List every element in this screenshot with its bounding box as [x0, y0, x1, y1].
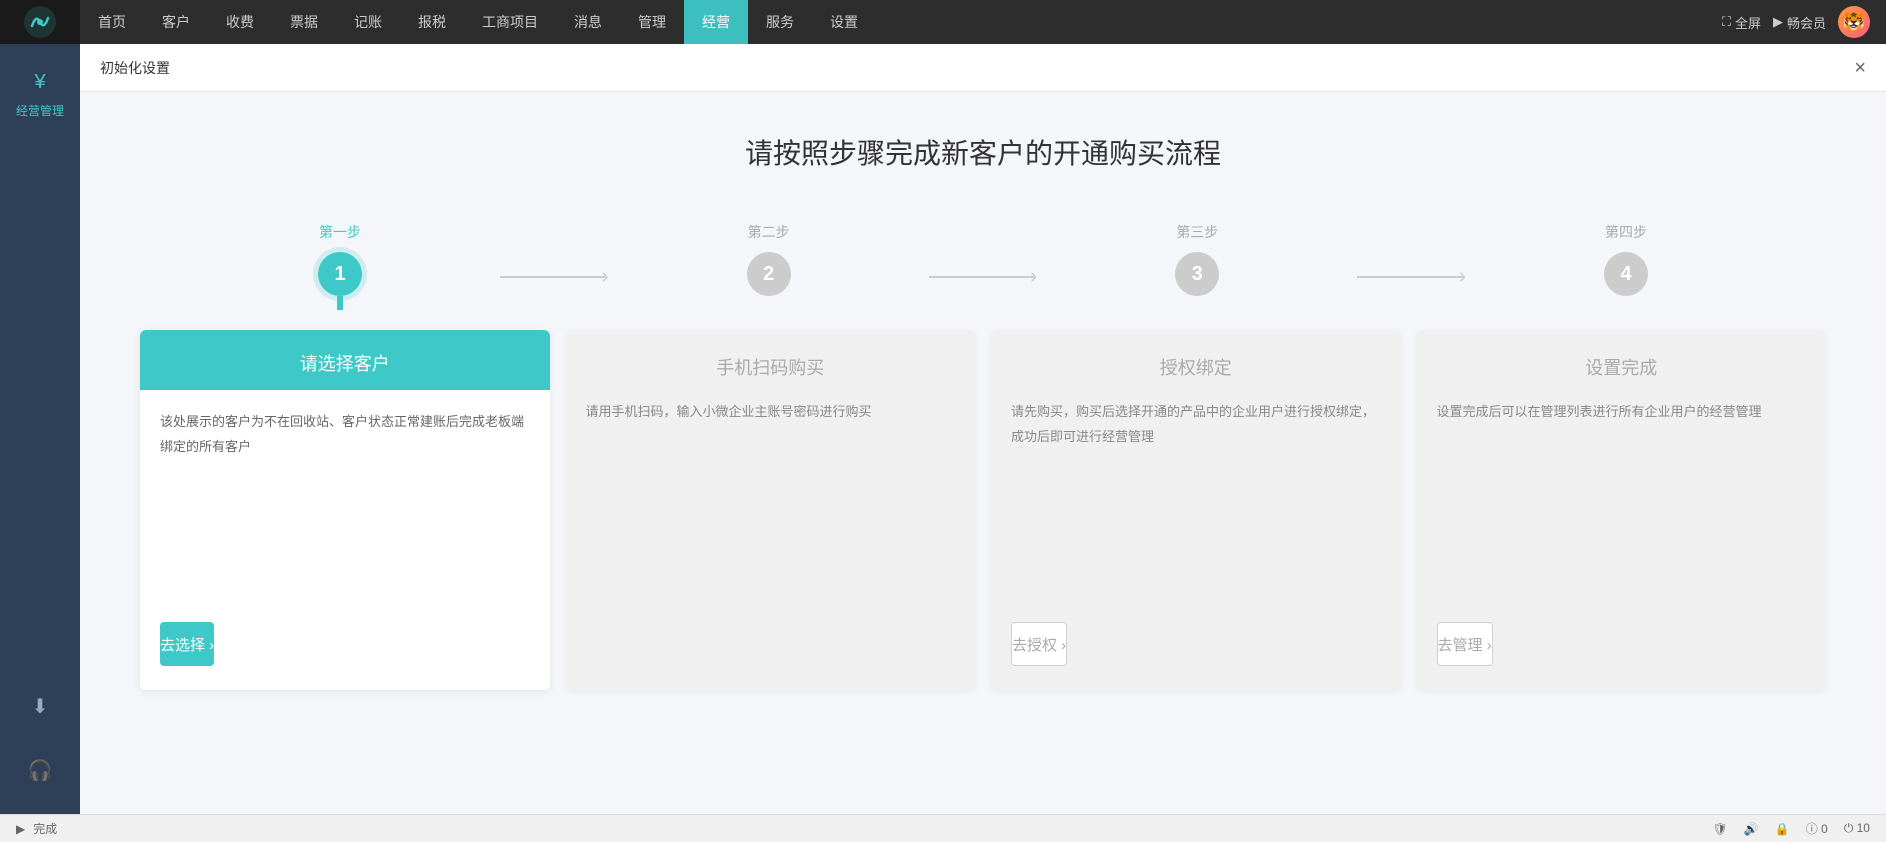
play-icon: ▶: [1773, 14, 1783, 30]
card-4-desc: 设置完成后可以在管理列表进行所有企业用户的经营管理: [1437, 400, 1807, 542]
card-1: 请选择客户 该处展示的客户为不在回收站、客户状态正常建账后完成老板端绑定的所有客…: [140, 330, 550, 690]
card-4: 设置完成 设置完成后可以在管理列表进行所有企业用户的经营管理 去管理 ›: [1417, 330, 1827, 690]
go-manage-button[interactable]: 去管理 ›: [1437, 622, 1493, 666]
page-title: 初始化设置: [100, 58, 170, 78]
nav-manage[interactable]: 管理: [620, 0, 684, 44]
volume-icon: 🔊: [1744, 822, 1759, 836]
sidebar-item-operation[interactable]: ¥ 经营管理: [0, 54, 80, 131]
info-status-icon: ⓘ 0: [1806, 820, 1828, 837]
close-button[interactable]: ×: [1854, 58, 1866, 78]
card-4-title: 设置完成: [1437, 354, 1807, 380]
nav-tax[interactable]: 报税: [400, 0, 464, 44]
step-3-circle: 3: [1175, 252, 1219, 296]
sidebar-bottom: ⬇ 🎧: [0, 678, 80, 814]
sidebar: ¥ 经营管理 ⬇ 🎧: [0, 44, 80, 814]
status-label: 完成: [33, 820, 57, 837]
card-1-title: 请选择客户: [160, 350, 530, 376]
card-2-desc: 请用手机扫码，输入小微企业主账号密码进行购买: [586, 400, 956, 425]
shield-status-icon: 🛡: [1713, 822, 1728, 836]
nav-customer[interactable]: 客户: [144, 0, 208, 44]
step-3: 第三步 3: [1037, 222, 1357, 296]
main-title: 请按照步骤完成新客户的开通购买流程: [140, 132, 1826, 172]
step-2-circle: 2: [747, 252, 791, 296]
nav-home[interactable]: 首页: [80, 0, 144, 44]
connector-2-3: ›: [929, 222, 1038, 278]
step-1-circle: 1: [318, 252, 362, 296]
card-1-desc: 该处展示的客户为不在回收站、客户状态正常建账后完成老板端绑定的所有客户: [160, 410, 530, 502]
content-area: 请按照步骤完成新客户的开通购买流程 第一步 1 › 第二步 2 ›: [80, 92, 1886, 814]
status-bar: ▶ 完成 🛡 🔊 🔒 ⓘ 0 ⏻ 10: [0, 814, 1886, 842]
step-4-circle: 4: [1604, 252, 1648, 296]
card-2: 手机扫码购买 请用手机扫码，输入小微企业主账号密码进行购买: [566, 330, 976, 690]
main-content: 初始化设置 × 请按照步骤完成新客户的开通购买流程 第一步 1 › 第二步 2: [80, 44, 1886, 814]
step-2-label: 第二步: [748, 222, 790, 242]
nav-fee[interactable]: 收费: [208, 0, 272, 44]
steps-progress: 第一步 1 › 第二步 2 › 第三步 3: [140, 222, 1826, 310]
fullscreen-icon: ⛶: [1722, 14, 1731, 30]
sidebar-support[interactable]: 🎧: [0, 742, 80, 798]
yuan-icon: ¥: [24, 66, 56, 98]
status-bar-left: ▶ 完成: [16, 820, 57, 837]
nav-ticket[interactable]: 票据: [272, 0, 336, 44]
top-nav: 首页 客户 收费 票据 记账 报税 工商项目 消息 管理 经营 服务 设置 ⛶ …: [0, 0, 1886, 44]
connector-3-4: ›: [1357, 222, 1466, 278]
sidebar-download[interactable]: ⬇: [0, 678, 80, 734]
go-select-button[interactable]: 去选择 ›: [160, 622, 214, 666]
card-2-title: 手机扫码购买: [586, 354, 956, 380]
connector-1-2: ›: [500, 222, 609, 278]
nav-service[interactable]: 服务: [748, 0, 812, 44]
avatar[interactable]: 🐯: [1838, 6, 1870, 38]
headset-icon: 🎧: [24, 754, 56, 786]
play-status-icon: ▶: [16, 822, 25, 836]
nav-settings[interactable]: 设置: [812, 0, 876, 44]
nav-message[interactable]: 消息: [556, 0, 620, 44]
nav-business[interactable]: 工商项目: [464, 0, 556, 44]
step-3-label: 第三步: [1176, 222, 1218, 242]
nav-right: ⛶ 全屏 ▶ 畅会员 🐯: [1722, 6, 1886, 38]
nav-items: 首页 客户 收费 票据 记账 报税 工商项目 消息 管理 经营 服务 设置: [80, 0, 1722, 44]
power-icon: ⏻ 10: [1844, 821, 1870, 836]
nav-operation[interactable]: 经营: [684, 0, 748, 44]
nav-accounting[interactable]: 记账: [336, 0, 400, 44]
fullscreen-btn[interactable]: ⛶ 全屏: [1722, 13, 1761, 32]
go-authorize-button[interactable]: 去授权 ›: [1011, 622, 1067, 666]
page-header: 初始化设置 ×: [80, 44, 1886, 92]
member-btn[interactable]: ▶ 畅会员: [1773, 13, 1826, 32]
card-3-desc: 请先购买，购买后选择开通的产品中的企业用户进行授权绑定，成功后即可进行经营管理: [1011, 400, 1381, 562]
card-3: 授权绑定 请先购买，购买后选择开通的产品中的企业用户进行授权绑定，成功后即可进行…: [991, 330, 1401, 690]
status-bar-right: 🛡 🔊 🔒 ⓘ 0 ⏻ 10: [1713, 820, 1870, 837]
step-2: 第二步 2: [609, 222, 929, 296]
step-4: 第四步 4: [1466, 222, 1786, 296]
card-3-title: 授权绑定: [1011, 354, 1381, 380]
logo[interactable]: [0, 0, 80, 44]
lock-icon: 🔒: [1775, 822, 1790, 836]
download-icon: ⬇: [24, 690, 56, 722]
step-1-label: 第一步: [319, 222, 361, 242]
cards-row: 请选择客户 该处展示的客户为不在回收站、客户状态正常建账后完成老板端绑定的所有客…: [140, 330, 1826, 690]
step-4-label: 第四步: [1605, 222, 1647, 242]
card-1-header: 请选择客户: [140, 330, 550, 390]
step-1: 第一步 1: [180, 222, 500, 310]
